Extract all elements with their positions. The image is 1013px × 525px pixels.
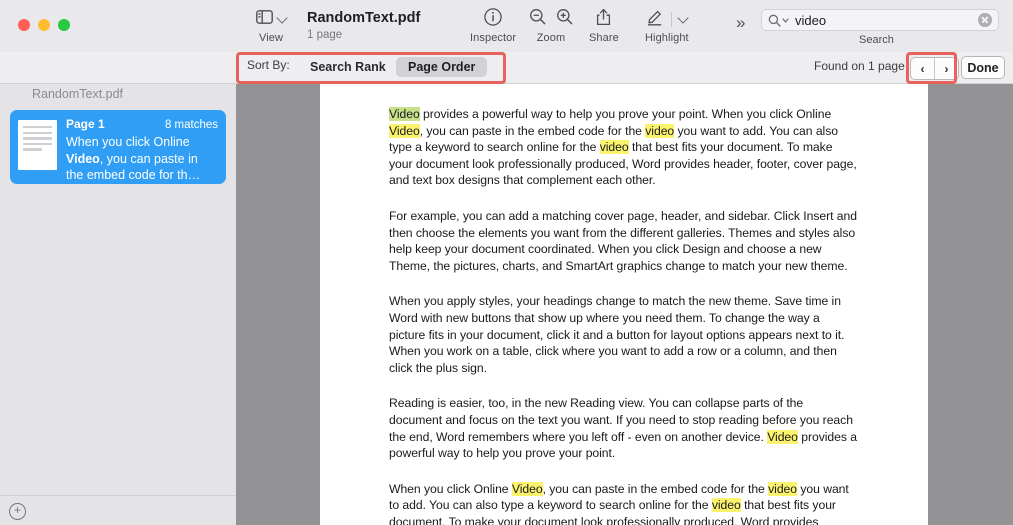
result-snippet: When you click Online Video, you can pas… [66, 134, 218, 184]
toolbar-divider [671, 12, 672, 27]
chevron-down-icon[interactable] [677, 12, 688, 23]
sort-option-page-order[interactable]: Page Order [396, 57, 487, 77]
result-match-count: 8 matches [165, 119, 218, 131]
search-field[interactable] [761, 9, 999, 31]
magnifier-minus-icon[interactable] [529, 8, 546, 30]
info-circle-icon [484, 8, 502, 31]
inspector-button[interactable]: Inspector [470, 8, 516, 44]
paragraph: When you click Online Video, you can pas… [389, 481, 859, 525]
paragraph: When you apply styles, your headings cha… [389, 293, 859, 376]
pdf-page-text: Video provides a powerful way to help yo… [389, 106, 859, 525]
done-button[interactable]: Done [961, 56, 1005, 79]
magnifier-plus-icon[interactable] [556, 8, 573, 30]
sort-by-label: Sort By: [247, 58, 290, 72]
share-upload-icon [596, 8, 611, 31]
highlight-label: Highlight [645, 32, 689, 44]
paragraph: For example, you can add a matching cove… [389, 208, 859, 274]
search-match: video [768, 482, 797, 496]
current-search-match: Video [389, 107, 420, 121]
search-result-item[interactable]: Page 1 8 matches When you click Online V… [10, 110, 226, 184]
text-run: When you click Online [389, 482, 512, 496]
highlight-tool-button[interactable]: Highlight [645, 8, 689, 44]
window-toolbar: View RandomText.pdf 1 page Inspector [0, 0, 1013, 52]
paragraph: Reading is easier, too, in the new Readi… [389, 395, 859, 461]
next-result-button[interactable]: › [934, 58, 958, 79]
zoom-controls[interactable]: Zoom [529, 8, 573, 44]
magnifier-icon[interactable] [768, 14, 789, 27]
sidebar-footer [0, 495, 236, 525]
inspector-label: Inspector [470, 32, 516, 44]
double-chevron-right-icon[interactable]: » [736, 13, 743, 33]
document-title: RandomText.pdf [307, 10, 420, 26]
snippet-pre: When you click Online [66, 135, 190, 149]
text-run: For example, you can add a matching cove… [389, 209, 857, 273]
search-match: Video [389, 124, 420, 138]
text-run: provides a powerful way to help you prov… [420, 107, 831, 121]
sort-option-search-rank[interactable]: Search Rank [300, 57, 396, 77]
document-page-count: 1 page [307, 29, 342, 41]
search-match: Video [767, 430, 798, 444]
search-match: video [712, 498, 741, 512]
close-button[interactable] [18, 19, 30, 31]
result-navigation[interactable]: ‹ › [910, 57, 959, 80]
add-circle-icon[interactable]: + [9, 503, 26, 520]
found-results-text: Found on 1 page [814, 59, 905, 73]
view-toolbar-button[interactable]: View [256, 8, 286, 44]
sidebar-panel-icon [256, 10, 273, 29]
sidebar-filename: RandomText.pdf [32, 87, 123, 101]
search-input[interactable] [795, 13, 978, 28]
clear-circle-icon[interactable] [978, 13, 992, 27]
view-label: View [259, 32, 283, 44]
text-run: , you can paste in the embed code for th… [420, 124, 646, 138]
pdf-page[interactable]: Video provides a powerful way to help yo… [320, 84, 928, 525]
paragraph: Video provides a powerful way to help yo… [389, 106, 859, 189]
search-match: video [600, 140, 629, 154]
maximize-button[interactable] [58, 19, 70, 31]
search-match: Video [512, 482, 543, 496]
snippet-match: Video [66, 152, 100, 166]
page-thumbnail-icon [18, 120, 57, 170]
highlighter-pen-icon[interactable] [647, 8, 664, 31]
text-run: , you can paste in the embed code for th… [543, 482, 769, 496]
result-page-label: Page 1 [66, 117, 105, 131]
window-controls [18, 19, 70, 31]
search-label: Search [859, 34, 894, 46]
chevron-down-icon [782, 17, 789, 24]
preview-window: View RandomText.pdf 1 page Inspector [0, 0, 1013, 525]
chevron-down-icon[interactable] [276, 12, 287, 23]
share-label: Share [589, 32, 619, 44]
minimize-button[interactable] [38, 19, 50, 31]
text-run: When you apply styles, your headings cha… [389, 294, 844, 374]
zoom-label: Zoom [537, 32, 566, 44]
search-match: video [645, 124, 674, 138]
previous-result-button[interactable]: ‹ [911, 58, 934, 79]
share-button[interactable]: Share [589, 8, 619, 44]
